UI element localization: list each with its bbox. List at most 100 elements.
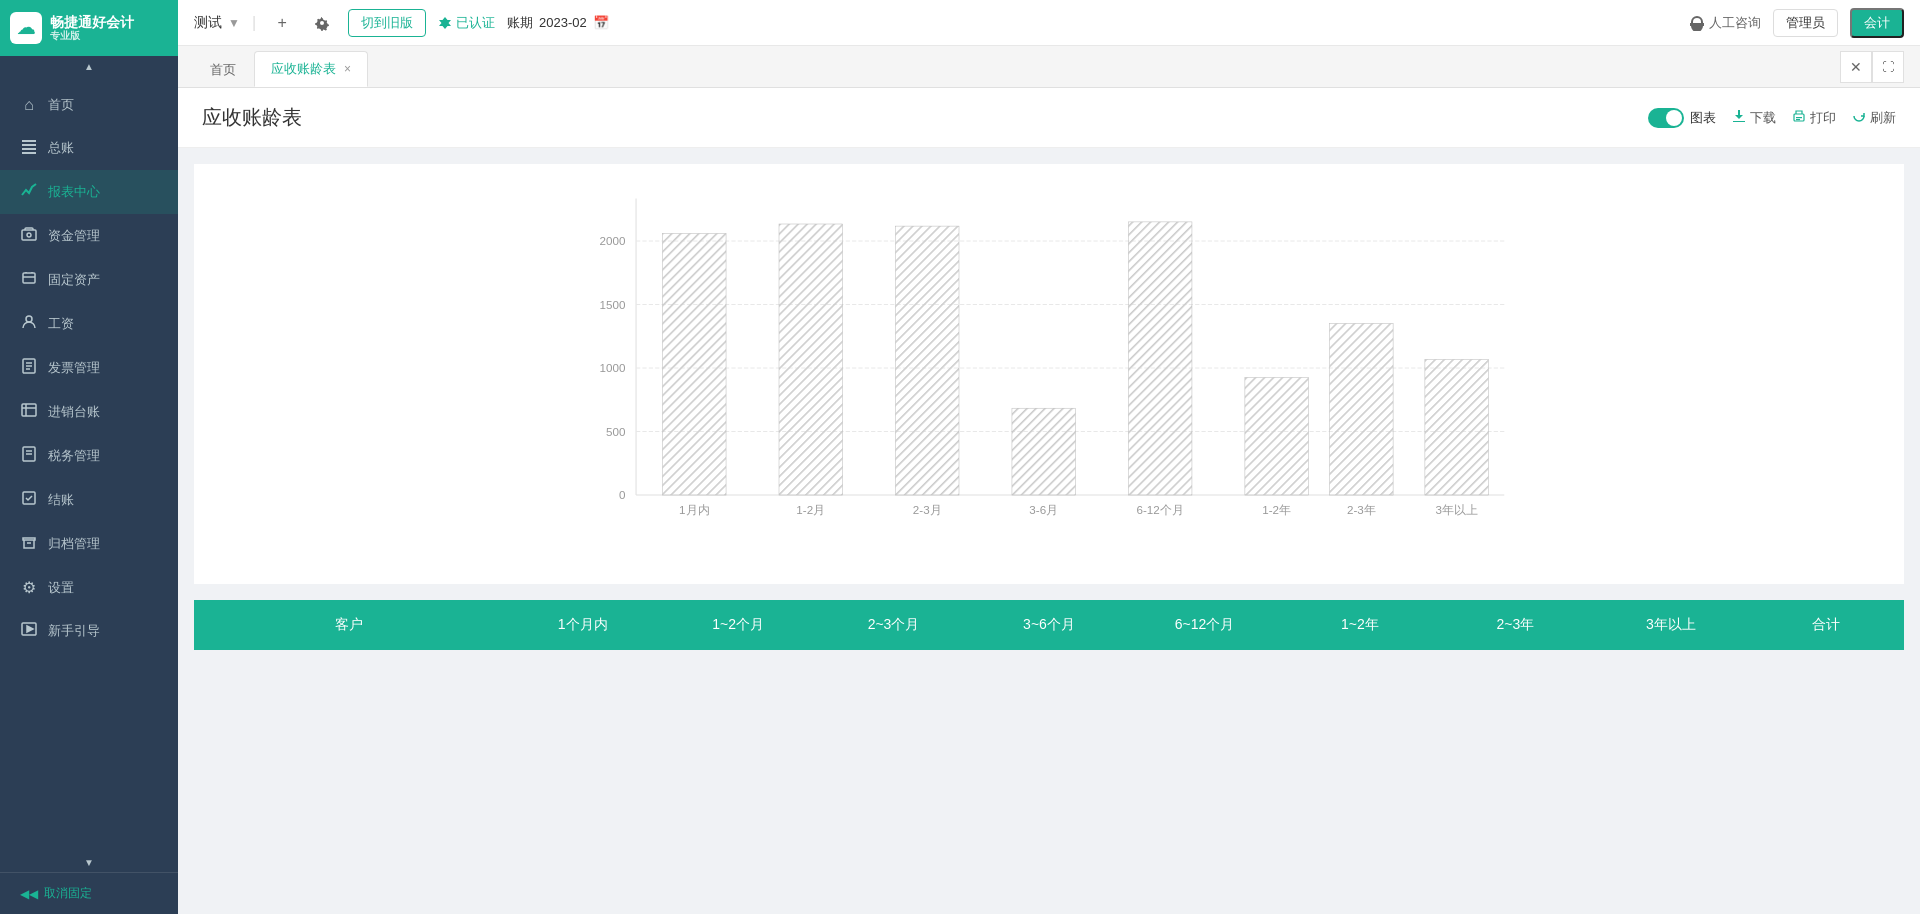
tab-home-label: 首页 bbox=[210, 62, 236, 77]
home-icon: ⌂ bbox=[20, 96, 38, 114]
print-label: 打印 bbox=[1810, 109, 1836, 127]
period-label: 账期 bbox=[507, 14, 533, 32]
svg-text:2-3月: 2-3月 bbox=[913, 503, 942, 516]
col-2-3year: 2~3年 bbox=[1438, 600, 1593, 650]
svg-rect-0 bbox=[22, 140, 36, 142]
col-3-6month: 3~6个月 bbox=[971, 600, 1126, 650]
company-name: 测试 bbox=[194, 14, 222, 32]
col-total: 合计 bbox=[1749, 600, 1904, 650]
sidebar-item-tax[interactable]: 税务管理 bbox=[0, 434, 178, 478]
user-btn[interactable]: 管理员 bbox=[1773, 9, 1838, 37]
toggle-thumb bbox=[1666, 110, 1682, 126]
table-area: 客户 1个月内 1~2个月 2~3个月 3~6个月 6~12个月 1~2年 2~… bbox=[194, 600, 1904, 650]
print-btn[interactable]: 打印 bbox=[1792, 109, 1836, 127]
sidebar-item-fund[interactable]: 资金管理 bbox=[0, 214, 178, 258]
expand-panel-btn[interactable]: ⛶ bbox=[1872, 51, 1904, 83]
sidebar-item-archive-label: 归档管理 bbox=[48, 535, 100, 553]
sidebar-logo: ☁ 畅捷通好会计 专业版 bbox=[0, 0, 178, 56]
bar-3-6月 bbox=[1012, 408, 1076, 495]
svg-text:3年以上: 3年以上 bbox=[1435, 503, 1477, 516]
chart-label: 图表 bbox=[1690, 109, 1716, 127]
tab-aging[interactable]: 应收账龄表 × bbox=[254, 51, 368, 87]
guide-icon bbox=[20, 621, 38, 641]
logo-icon: ☁ bbox=[10, 12, 42, 44]
bar-1-2月 bbox=[779, 224, 843, 495]
svg-text:0: 0 bbox=[619, 488, 626, 501]
cancel-fixed-btn[interactable]: ◀◀ 取消固定 bbox=[0, 872, 178, 914]
report-actions: 图表 下载 打印 bbox=[1648, 108, 1896, 128]
tab-home[interactable]: 首页 bbox=[194, 53, 252, 87]
refresh-label: 刷新 bbox=[1870, 109, 1896, 127]
report-icon bbox=[20, 182, 38, 202]
cancel-fixed-icon: ◀◀ bbox=[20, 887, 38, 901]
sidebar-item-ledger-label: 总账 bbox=[48, 139, 74, 157]
scroll-down-btn[interactable]: ▼ bbox=[81, 856, 97, 868]
toggle-track[interactable] bbox=[1648, 108, 1684, 128]
human-service-label: 人工咨询 bbox=[1709, 14, 1761, 32]
role-btn[interactable]: 会计 bbox=[1850, 8, 1904, 38]
svg-point-8 bbox=[26, 316, 32, 322]
bar-6-12月 bbox=[1128, 222, 1192, 495]
verified-status: 已认证 bbox=[438, 14, 495, 32]
svg-rect-6 bbox=[23, 273, 35, 283]
sidebar-item-home[interactable]: ⌂ 首页 bbox=[0, 84, 178, 126]
scroll-up-btn[interactable]: ▲ bbox=[81, 60, 97, 72]
sidebar-item-sales-label: 进销台账 bbox=[48, 403, 100, 421]
svg-text:1-2年: 1-2年 bbox=[1262, 503, 1291, 516]
svg-text:1000: 1000 bbox=[600, 361, 626, 374]
download-label: 下载 bbox=[1750, 109, 1776, 127]
asset-icon bbox=[20, 270, 38, 290]
svg-text:1月内: 1月内 bbox=[679, 503, 709, 516]
switch-old-version-btn[interactable]: 切到旧版 bbox=[348, 9, 426, 37]
sidebar-item-close-label: 结账 bbox=[48, 491, 74, 509]
chart-svg: 0 500 1000 1500 2000 bbox=[218, 188, 1880, 548]
archive-icon bbox=[20, 534, 38, 554]
tab-bar: 首页 应收账龄表 × ✕ ⛶ bbox=[178, 46, 1920, 88]
svg-marker-22 bbox=[27, 626, 33, 632]
sidebar-item-asset[interactable]: 固定资产 bbox=[0, 258, 178, 302]
col-2-3month: 2~3个月 bbox=[816, 600, 971, 650]
refresh-btn[interactable]: 刷新 bbox=[1852, 109, 1896, 127]
sidebar-item-ledger[interactable]: 总账 bbox=[0, 126, 178, 170]
company-selector[interactable]: 测试 ▼ bbox=[194, 14, 240, 32]
svg-rect-24 bbox=[1796, 117, 1802, 118]
svg-text:3-6月: 3-6月 bbox=[1029, 503, 1058, 516]
sidebar-item-home-label: 首页 bbox=[48, 96, 74, 114]
col-3year-plus: 3年以上 bbox=[1593, 600, 1748, 650]
sidebar-item-asset-label: 固定资产 bbox=[48, 271, 100, 289]
period-value: 2023-02 bbox=[539, 15, 587, 30]
sidebar-item-sales[interactable]: 进销台账 bbox=[0, 390, 178, 434]
sidebar-item-report-label: 报表中心 bbox=[48, 183, 100, 201]
svg-rect-13 bbox=[22, 404, 36, 416]
human-service-btn[interactable]: 人工咨询 bbox=[1689, 14, 1761, 32]
close-accounts-icon bbox=[20, 490, 38, 510]
settings-btn[interactable] bbox=[308, 9, 336, 37]
report-title: 应收账龄表 bbox=[202, 104, 302, 131]
bar-2-3月 bbox=[895, 226, 959, 495]
sidebar-item-invoice-label: 发票管理 bbox=[48, 359, 100, 377]
svg-point-5 bbox=[27, 233, 31, 237]
chart-toggle[interactable]: 图表 bbox=[1648, 108, 1716, 128]
sidebar-item-archive[interactable]: 归档管理 bbox=[0, 522, 178, 566]
sidebar-item-settings[interactable]: ⚙ 设置 bbox=[0, 566, 178, 609]
tab-aging-label: 应收账龄表 bbox=[271, 60, 336, 78]
download-btn[interactable]: 下载 bbox=[1732, 109, 1776, 127]
sidebar-item-invoice[interactable]: 发票管理 bbox=[0, 346, 178, 390]
sidebar-item-close[interactable]: 结账 bbox=[0, 478, 178, 522]
add-btn[interactable]: + bbox=[268, 9, 296, 37]
period-display: 账期 2023-02 📅 bbox=[507, 14, 609, 32]
sidebar-item-report[interactable]: 报表中心 bbox=[0, 170, 178, 214]
refresh-icon bbox=[1852, 109, 1866, 126]
svg-rect-4 bbox=[22, 230, 36, 240]
svg-text:2000: 2000 bbox=[600, 234, 626, 247]
tab-close-btn[interactable]: × bbox=[344, 62, 351, 76]
topbar-sep1: | bbox=[252, 14, 256, 32]
close-panel-btn[interactable]: ✕ bbox=[1840, 51, 1872, 83]
ledger-icon bbox=[20, 138, 38, 158]
sidebar-item-tax-label: 税务管理 bbox=[48, 447, 100, 465]
sidebar-item-wage[interactable]: 工资 bbox=[0, 302, 178, 346]
calendar-icon[interactable]: 📅 bbox=[593, 15, 609, 30]
sidebar-item-guide[interactable]: 新手引导 bbox=[0, 609, 178, 653]
svg-text:1-2月: 1-2月 bbox=[796, 503, 825, 516]
col-1month: 1个月内 bbox=[505, 600, 660, 650]
